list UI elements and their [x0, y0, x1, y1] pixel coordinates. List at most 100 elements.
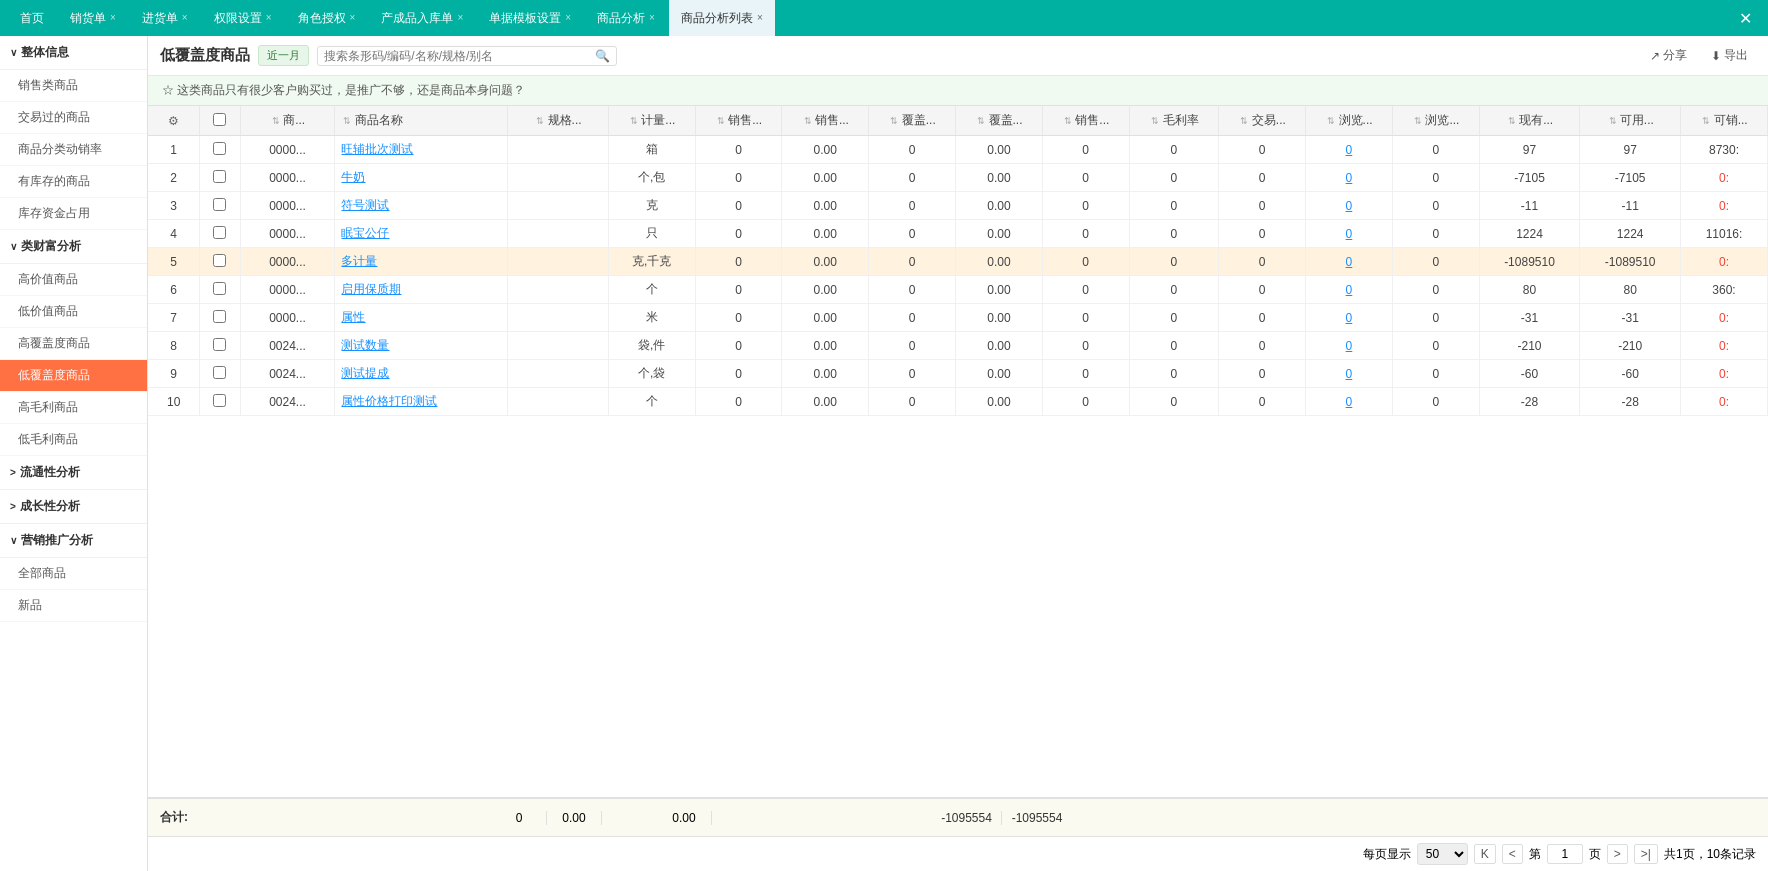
row-check[interactable] [200, 220, 240, 248]
browse-link[interactable]: 0 [1346, 199, 1353, 213]
last-page-btn[interactable]: >| [1634, 844, 1658, 864]
nav-roles-close[interactable]: × [350, 0, 356, 36]
row-checkbox[interactable] [213, 366, 226, 379]
product-name-link[interactable]: 多计量 [341, 254, 377, 268]
sidebar-section-overall[interactable]: ∨ 整体信息 [0, 36, 147, 70]
row-name[interactable]: 眠宝公仔 [335, 220, 508, 248]
col-header-trade[interactable]: ⇅ 交易... [1219, 106, 1306, 136]
row-checkbox[interactable] [213, 394, 226, 407]
col-header-sellable[interactable]: ⇅ 可销... [1681, 106, 1768, 136]
col-header-sale-qty[interactable]: ⇅ 销售... [695, 106, 782, 136]
page-number-input[interactable] [1547, 844, 1583, 864]
sidebar-item-stocked-goods[interactable]: 有库存的商品 [0, 166, 147, 198]
col-header-cov1[interactable]: ⇅ 覆盖... [869, 106, 956, 136]
first-page-btn[interactable]: K [1474, 844, 1496, 864]
browse-link[interactable]: 0 [1346, 367, 1353, 381]
sidebar-item-sales-goods[interactable]: 销售类商品 [0, 70, 147, 102]
row-check[interactable] [200, 136, 240, 164]
product-name-link[interactable]: 测试提成 [341, 366, 389, 380]
row-browse1[interactable]: 0 [1306, 360, 1393, 388]
browse-link[interactable]: 0 [1346, 227, 1353, 241]
row-checkbox[interactable] [213, 226, 226, 239]
window-close-button[interactable]: ✕ [1731, 9, 1760, 28]
sidebar-item-traded-goods[interactable]: 交易过的商品 [0, 102, 147, 134]
row-checkbox[interactable] [213, 310, 226, 323]
browse-link[interactable]: 0 [1346, 311, 1353, 325]
row-name[interactable]: 符号测试 [335, 192, 508, 220]
row-checkbox[interactable] [213, 142, 226, 155]
col-header-spec[interactable]: ⇅ 规格... [508, 106, 609, 136]
row-name[interactable]: 测试提成 [335, 360, 508, 388]
row-browse1[interactable]: 0 [1306, 136, 1393, 164]
nav-product-analysis-list-close[interactable]: × [757, 0, 763, 36]
row-name[interactable]: 测试数量 [335, 332, 508, 360]
browse-link[interactable]: 0 [1346, 395, 1353, 409]
product-name-link[interactable]: 属性 [341, 310, 365, 324]
product-name-link[interactable]: 旺辅批次测试 [341, 142, 413, 156]
search-input[interactable] [324, 49, 591, 63]
product-name-link[interactable]: 眠宝公仔 [341, 226, 389, 240]
nav-product-analysis-close[interactable]: × [649, 0, 655, 36]
sidebar-item-high-coverage[interactable]: 高覆盖度商品 [0, 328, 147, 360]
filter-recent-month-btn[interactable]: 近一月 [258, 45, 309, 66]
row-name[interactable]: 牛奶 [335, 164, 508, 192]
row-name[interactable]: 属性价格打印测试 [335, 388, 508, 416]
select-all-checkbox[interactable] [213, 113, 226, 126]
prev-page-btn[interactable]: < [1502, 844, 1523, 864]
nav-permissions[interactable]: 权限设置 × [202, 0, 284, 36]
sidebar-item-high-margin[interactable]: 高毛利商品 [0, 392, 147, 424]
sidebar-item-new-goods[interactable]: 新品 [0, 590, 147, 622]
data-table-container[interactable]: ⚙ ⇅ 商... ⇅ 商品名称 ⇅ 规格... [148, 106, 1768, 797]
col-header-name[interactable]: ⇅ 商品名称 [335, 106, 508, 136]
col-header-browse2[interactable]: ⇅ 浏览... [1392, 106, 1479, 136]
col-header-check[interactable] [200, 106, 240, 136]
sidebar-section-liquidity[interactable]: > 流通性分析 [0, 456, 147, 490]
nav-templates[interactable]: 单据模板设置 × [477, 0, 583, 36]
col-header-sale2[interactable]: ⇅ 销售... [1042, 106, 1129, 136]
row-check[interactable] [200, 304, 240, 332]
row-checkbox[interactable] [213, 282, 226, 295]
next-page-btn[interactable]: > [1607, 844, 1628, 864]
search-icon[interactable]: 🔍 [595, 49, 610, 63]
row-check[interactable] [200, 248, 240, 276]
row-name[interactable]: 旺辅批次测试 [335, 136, 508, 164]
page-size-select[interactable]: 50 20 100 [1417, 843, 1468, 865]
row-checkbox[interactable] [213, 338, 226, 351]
row-check[interactable] [200, 164, 240, 192]
sidebar-item-low-margin[interactable]: 低毛利商品 [0, 424, 147, 456]
nav-home[interactable]: 首页 [8, 0, 56, 36]
col-header-settings[interactable]: ⚙ [148, 106, 200, 136]
sidebar-item-category-rate[interactable]: 商品分类动销率 [0, 134, 147, 166]
product-name-link[interactable]: 牛奶 [341, 170, 365, 184]
row-browse1[interactable]: 0 [1306, 164, 1393, 192]
row-check[interactable] [200, 276, 240, 304]
nav-permissions-close[interactable]: × [266, 0, 272, 36]
col-header-browse1[interactable]: ⇅ 浏览... [1306, 106, 1393, 136]
col-header-current[interactable]: ⇅ 现有... [1479, 106, 1580, 136]
row-checkbox[interactable] [213, 254, 226, 267]
sidebar-section-marketing[interactable]: ∨ 营销推广分析 [0, 524, 147, 558]
nav-purchase[interactable]: 进货单 × [130, 0, 200, 36]
row-name[interactable]: 多计量 [335, 248, 508, 276]
row-name[interactable]: 属性 [335, 304, 508, 332]
browse-link[interactable]: 0 [1346, 143, 1353, 157]
row-check[interactable] [200, 192, 240, 220]
nav-roles[interactable]: 角色授权 × [286, 0, 368, 36]
nav-finished-goods-close[interactable]: × [457, 0, 463, 36]
nav-purchase-close[interactable]: × [182, 0, 188, 36]
col-header-cov2[interactable]: ⇅ 覆盖... [955, 106, 1042, 136]
product-name-link[interactable]: 符号测试 [341, 198, 389, 212]
row-check[interactable] [200, 360, 240, 388]
sidebar-section-growth[interactable]: > 成长性分析 [0, 490, 147, 524]
product-name-link[interactable]: 启用保质期 [341, 282, 401, 296]
row-browse1[interactable]: 0 [1306, 248, 1393, 276]
row-browse1[interactable]: 0 [1306, 304, 1393, 332]
export-button[interactable]: ⬇ 导出 [1703, 44, 1756, 67]
row-browse1[interactable]: 0 [1306, 332, 1393, 360]
browse-link[interactable]: 0 [1346, 283, 1353, 297]
col-header-code[interactable]: ⇅ 商... [240, 106, 335, 136]
row-check[interactable] [200, 388, 240, 416]
browse-link[interactable]: 0 [1346, 255, 1353, 269]
row-browse1[interactable]: 0 [1306, 388, 1393, 416]
row-browse1[interactable]: 0 [1306, 276, 1393, 304]
